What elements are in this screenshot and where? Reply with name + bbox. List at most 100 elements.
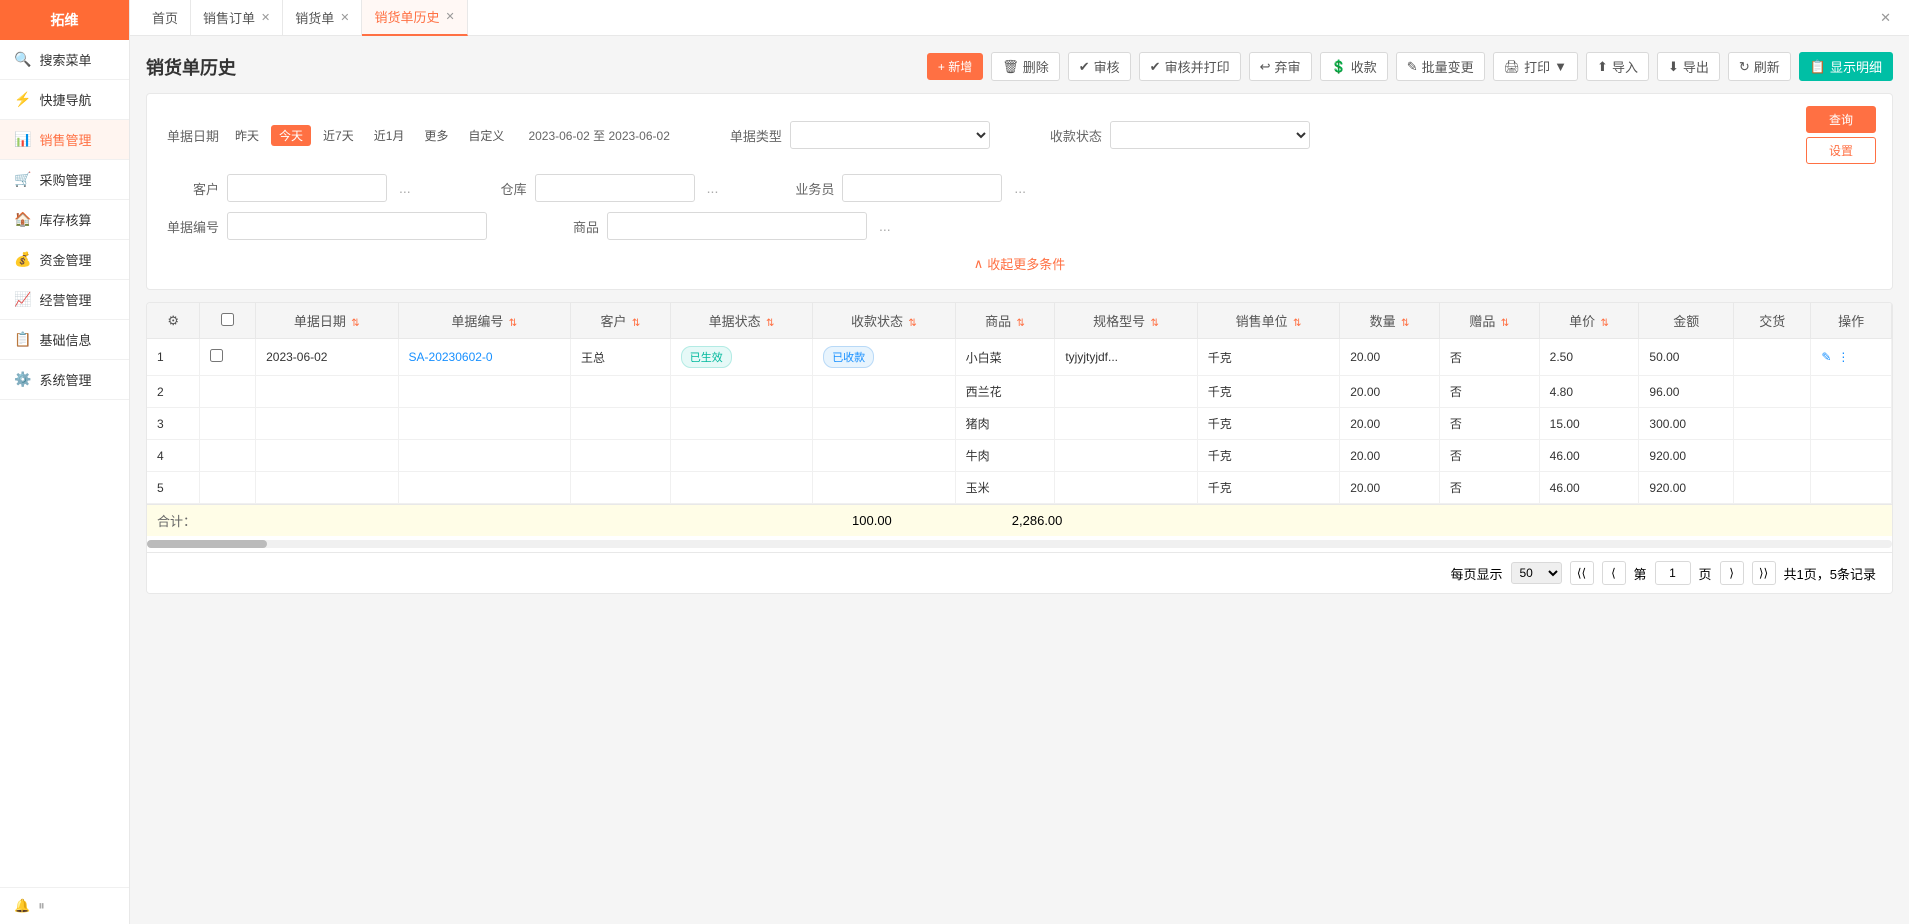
new-button[interactable]: + 新增 <box>927 53 983 80</box>
close-sales-order-icon[interactable]: ✕ <box>261 11 270 24</box>
col-payment-status[interactable]: 收款状态 ⇅ <box>813 303 955 339</box>
batch-change-button[interactable]: ✎ 批量变更 <box>1396 52 1485 81</box>
refresh-button[interactable]: ↻ 刷新 <box>1728 52 1791 81</box>
batch-icon: ✎ <box>1407 59 1418 75</box>
row4-amount: 920.00 <box>1639 440 1734 472</box>
col-goods[interactable]: 商品 ⇅ <box>955 303 1055 339</box>
row3-checkbox <box>200 408 256 440</box>
tab-sales-order[interactable]: 销售订单 ✕ <box>191 0 283 36</box>
sidebar-item-purchase-mgmt[interactable]: 🛒 采购管理 <box>0 160 129 200</box>
row3-amount: 300.00 <box>1639 408 1734 440</box>
settings-button[interactable]: 设置 <box>1806 137 1876 164</box>
sort-customer-icon: ⇅ <box>632 318 640 329</box>
row5-doc-no <box>398 472 571 504</box>
row1-edit-btn[interactable]: ✎ <box>1821 350 1831 364</box>
abandon-button[interactable]: ↩ 弃审 <box>1249 52 1312 81</box>
col-spec[interactable]: 规格型号 ⇅ <box>1055 303 1197 339</box>
page-size-select[interactable]: 50 100 200 <box>1511 562 1562 584</box>
col-gift[interactable]: 赠品 ⇅ <box>1439 303 1539 339</box>
total-records-label: 共1页，5条记录 <box>1784 564 1876 583</box>
audit-print-button[interactable]: ✔ 审核并打印 <box>1139 52 1241 81</box>
first-page-btn[interactable]: ⟨⟨ <box>1570 561 1594 585</box>
tab-home[interactable]: 首页 <box>140 0 191 36</box>
row2-doc-date <box>256 376 398 408</box>
tab-sales-history[interactable]: 销货单历史 ✕ <box>362 0 467 36</box>
col-unit[interactable]: 销售单位 ⇅ <box>1197 303 1339 339</box>
sidebar-item-system-mgmt[interactable]: ⚙️ 系统管理 <box>0 360 129 400</box>
pause-icon[interactable]: ⏸ <box>38 898 45 914</box>
close-sales-delivery-icon[interactable]: ✕ <box>340 11 349 24</box>
col-doc-status[interactable]: 单据状态 ⇅ <box>670 303 812 339</box>
row1-more-btn[interactable]: ⋮ <box>1837 350 1849 364</box>
table-gear-icon[interactable]: ⚙ <box>167 313 179 328</box>
delete-button[interactable]: 🗑 删除 <box>991 52 1060 81</box>
customer-input[interactable] <box>227 174 387 202</box>
notification-icon[interactable]: 🔔 <box>14 898 30 914</box>
tab-close-all-btn[interactable]: ✕ <box>1872 10 1899 26</box>
col-customer[interactable]: 客户 ⇅ <box>571 303 671 339</box>
last-page-btn[interactable]: ⟩⟩ <box>1752 561 1776 585</box>
row3-delivery <box>1734 408 1811 440</box>
scrollbar-thumb[interactable] <box>147 540 267 548</box>
print-button[interactable]: 🖨 打印 ▼ <box>1493 52 1578 81</box>
close-sales-history-icon[interactable]: ✕ <box>446 10 455 23</box>
salesperson-input[interactable] <box>842 174 1002 202</box>
row1-checkbox[interactable] <box>200 339 256 376</box>
customer-dots[interactable]: ... <box>395 180 415 196</box>
goods-input[interactable] <box>607 212 867 240</box>
col-amount[interactable]: 金额 <box>1639 303 1734 339</box>
date-tab-more[interactable]: 更多 <box>416 125 456 146</box>
tab-bar: 首页 销售订单 ✕ 销货单 ✕ 销货单历史 ✕ ✕ <box>130 0 1909 36</box>
export-button[interactable]: ⬇ 导出 <box>1657 52 1720 81</box>
col-doc-no[interactable]: 单据编号 ⇅ <box>398 303 571 339</box>
row4-unit-price: 46.00 <box>1539 440 1639 472</box>
tab-sales-delivery[interactable]: 销货单 ✕ <box>283 0 362 36</box>
toolbar: + 新增 🗑 删除 ✔ 审核 ✔ 审核并打印 ↩ 弃审 <box>927 52 1893 81</box>
sidebar-item-operations[interactable]: 📈 经营管理 <box>0 280 129 320</box>
date-tab-yesterday[interactable]: 昨天 <box>227 125 267 146</box>
date-tab-custom[interactable]: 自定义 <box>460 125 512 146</box>
collapse-button[interactable]: ∧ 收起更多条件 <box>163 250 1876 277</box>
row1-select-checkbox[interactable] <box>210 349 223 362</box>
docno-input[interactable] <box>227 212 487 240</box>
col-checkbox[interactable] <box>200 303 256 339</box>
sidebar-item-sales-mgmt[interactable]: 📊 销售管理 <box>0 120 129 160</box>
col-unit-price[interactable]: 单价 ⇅ <box>1539 303 1639 339</box>
row1-doc-no[interactable]: SA-20230602-0 <box>398 339 571 376</box>
row3-spec <box>1055 408 1197 440</box>
search-icon: 🔍 <box>14 51 31 68</box>
warehouse-dots[interactable]: ... <box>703 180 723 196</box>
import-button[interactable]: ⬆ 导入 <box>1586 52 1649 81</box>
sidebar-item-basic-info[interactable]: 📋 基础信息 <box>0 320 129 360</box>
col-doc-date[interactable]: 单据日期 ⇅ <box>256 303 398 339</box>
doc-type-select[interactable] <box>790 121 990 149</box>
page-size-label: 每页显示 <box>1450 564 1502 583</box>
col-delivery[interactable]: 交货 <box>1734 303 1811 339</box>
show-detail-button[interactable]: 📋 显示明细 <box>1799 52 1893 81</box>
audit-button[interactable]: ✔ 审核 <box>1068 52 1131 81</box>
next-page-btn[interactable]: ⟩ <box>1720 561 1744 585</box>
col-gear[interactable]: ⚙ <box>147 303 200 339</box>
horizontal-scrollbar[interactable] <box>147 540 1892 548</box>
salesperson-dots[interactable]: ... <box>1010 180 1030 196</box>
prev-page-btn[interactable]: ⟨ <box>1602 561 1626 585</box>
payment-status-select[interactable] <box>1110 121 1310 149</box>
col-quantity[interactable]: 数量 ⇅ <box>1340 303 1440 339</box>
date-tab-7days[interactable]: 近7天 <box>315 125 362 146</box>
sidebar-item-finance[interactable]: 💰 资金管理 <box>0 240 129 280</box>
row5-action <box>1811 472 1892 504</box>
warehouse-input[interactable] <box>535 174 695 202</box>
query-button[interactable]: 查询 <box>1806 106 1876 133</box>
row3-unit-price: 15.00 <box>1539 408 1639 440</box>
goods-dots[interactable]: ... <box>875 218 895 234</box>
date-tab-today[interactable]: 今天 <box>271 125 311 146</box>
sidebar-item-inventory[interactable]: 🏠 库存核算 <box>0 200 129 240</box>
sidebar-item-search-menu[interactable]: 🔍 搜索菜单 <box>0 40 129 80</box>
sidebar-item-quick-nav[interactable]: ⚡ 快捷导航 <box>0 80 129 120</box>
select-all-checkbox[interactable] <box>221 313 234 326</box>
goods-filter-group: 商品 ... <box>543 212 895 240</box>
row5-customer <box>571 472 671 504</box>
date-tab-1month[interactable]: 近1月 <box>366 125 413 146</box>
page-number-input[interactable] <box>1655 561 1691 585</box>
collect-button[interactable]: 💲 收款 <box>1320 52 1388 81</box>
